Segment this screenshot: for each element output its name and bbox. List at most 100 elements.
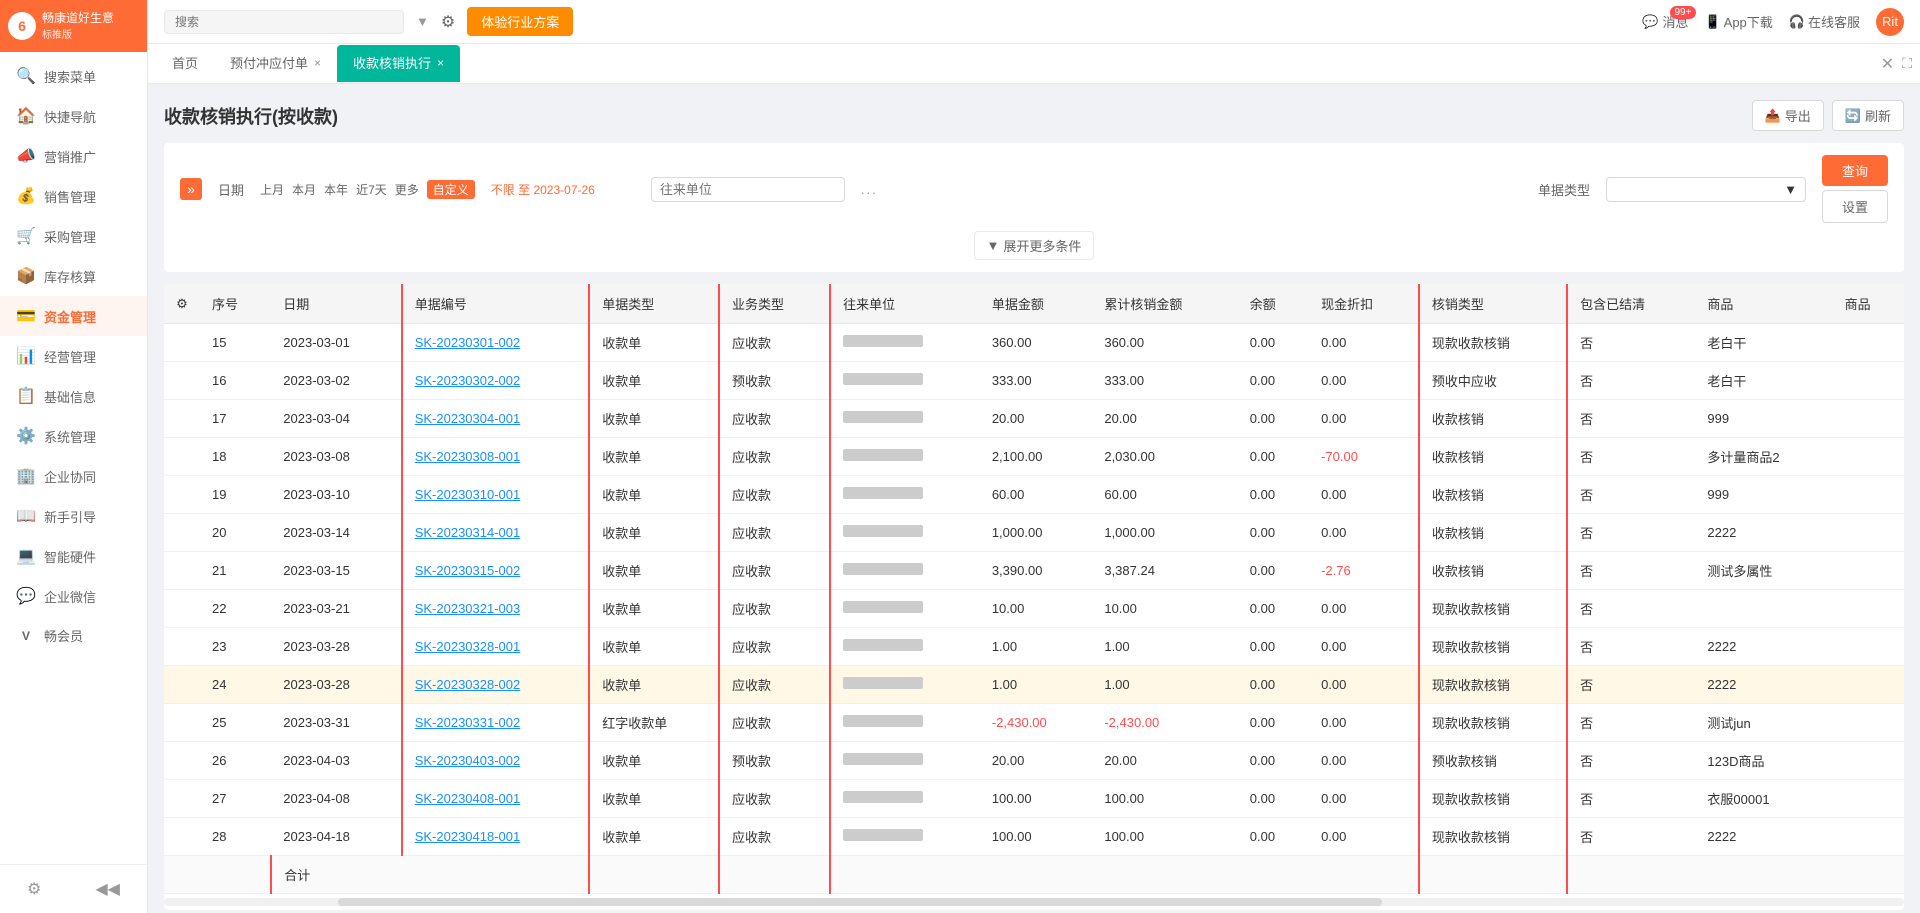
payable-tab-close[interactable]: × xyxy=(314,56,321,70)
sidebar-item-guide[interactable]: 📖 新手引导 xyxy=(0,496,147,536)
bill-no-link[interactable]: SK-20230304-001 xyxy=(415,411,521,426)
table-cell: 60.00 xyxy=(980,476,1093,514)
topbar-gear-icon[interactable]: ⚙ xyxy=(441,12,455,32)
table-cell: 应收款 xyxy=(719,780,830,818)
table-cell: 20 xyxy=(200,514,271,552)
app-download-button[interactable]: 📱 App下载 xyxy=(1704,12,1772,31)
table-cell: 20.00 xyxy=(980,400,1093,438)
receipt-tab-close[interactable]: × xyxy=(437,56,444,70)
bill-no-link[interactable]: SK-20230328-002 xyxy=(415,677,521,692)
sidebar-logo: 6 畅康道好生意 标推版 xyxy=(0,0,147,52)
sidebar-item-inventory[interactable]: 📦 库存核算 xyxy=(0,256,147,296)
col-settings[interactable]: ⚙ xyxy=(164,284,200,324)
sidebar-item-purchase[interactable]: 🛒 采购管理 xyxy=(0,216,147,256)
table-cell xyxy=(164,324,200,362)
bill-no-link[interactable]: SK-20230310-001 xyxy=(415,487,521,502)
table-cell: 1,000.00 xyxy=(1092,514,1237,552)
bill-no-link[interactable]: SK-20230314-001 xyxy=(415,525,521,540)
table-cell: 预收款 xyxy=(719,362,830,400)
sidebar-item-corp[interactable]: 🏢 企业协同 xyxy=(0,456,147,496)
bill-no-link[interactable]: SK-20230321-003 xyxy=(415,601,521,616)
sidebar-item-member[interactable]: V 畅会员 xyxy=(0,616,147,655)
table-cell xyxy=(1833,362,1904,400)
sidebar-item-search[interactable]: 🔍 搜索菜单 xyxy=(0,56,147,96)
table-cell xyxy=(830,400,980,438)
sidebar-item-quicknav[interactable]: 🏠 快捷导航 xyxy=(0,96,147,136)
table-cell: 1.00 xyxy=(1092,628,1237,666)
table-cell: 2023-03-15 xyxy=(271,552,401,590)
tabbar-close-icon[interactable]: ✕ xyxy=(1881,54,1894,74)
tab-payable[interactable]: 预付冲应付单 × xyxy=(214,45,337,82)
partner-filter-input[interactable] xyxy=(651,177,845,202)
footer-cum xyxy=(1092,856,1237,894)
bill-no-link[interactable]: SK-20230418-001 xyxy=(415,829,521,844)
tabbar-right: ✕ ⛶ xyxy=(1881,54,1912,74)
bill-no-link[interactable]: SK-20230403-002 xyxy=(415,753,521,768)
date-last-month[interactable]: 上月 xyxy=(260,181,284,198)
table-cell xyxy=(830,780,980,818)
table-cell: 28 xyxy=(200,818,271,856)
table-scroll-thumb[interactable] xyxy=(338,898,1382,906)
sidebar-item-finance[interactable]: 💳 资金管理 xyxy=(0,296,147,336)
table-cell xyxy=(830,552,980,590)
bill-no-link[interactable]: SK-20230301-002 xyxy=(415,335,521,350)
table-cell: 0.00 xyxy=(1309,666,1419,704)
tab-home[interactable]: 首页 xyxy=(156,45,214,82)
table-cell: SK-20230304-001 xyxy=(402,400,590,438)
sidebar-collapse-icon[interactable]: ◀◀ xyxy=(89,873,126,905)
date-more[interactable]: 更多 xyxy=(395,181,419,198)
online-service-button[interactable]: 🎧 在线客服 xyxy=(1789,12,1860,31)
settings-button[interactable]: 设置 xyxy=(1822,190,1888,223)
refresh-button[interactable]: 🔄 刷新 xyxy=(1832,100,1904,131)
sidebar-item-sales[interactable]: 💰 销售管理 xyxy=(0,176,147,216)
table-scrollbar[interactable] xyxy=(164,898,1904,906)
sidebar-item-system[interactable]: ⚙️ 系统管理 xyxy=(0,416,147,456)
export-button[interactable]: 📤 导出 xyxy=(1752,100,1824,131)
bill-no-link[interactable]: SK-20230408-001 xyxy=(415,791,521,806)
tab-receipt[interactable]: 收款核销执行 × xyxy=(337,45,460,82)
table-cell: 1,000.00 xyxy=(980,514,1093,552)
footer-goods2 xyxy=(1833,856,1904,894)
date-last-7days[interactable]: 近7天 xyxy=(356,181,387,198)
table-cell: 现款收款核销 xyxy=(1419,628,1567,666)
bill-no-link[interactable]: SK-20230302-002 xyxy=(415,373,521,388)
bill-no-link[interactable]: SK-20230315-002 xyxy=(415,563,521,578)
table-cell: SK-20230301-002 xyxy=(402,324,590,362)
table-cell: -2.76 xyxy=(1309,552,1419,590)
topbar-search-input[interactable] xyxy=(164,10,404,34)
bill-no-link[interactable]: SK-20230308-001 xyxy=(415,449,521,464)
footer-bill-type xyxy=(589,856,719,894)
date-custom[interactable]: 自定义 xyxy=(427,180,475,199)
sidebar-item-marketing[interactable]: 📣 营销推广 xyxy=(0,136,147,176)
sidebar-item-label: 库存核算 xyxy=(44,267,96,286)
query-button[interactable]: 查询 xyxy=(1822,155,1888,186)
sidebar-item-operations[interactable]: 📊 经营管理 xyxy=(0,336,147,376)
table-cell: 应收款 xyxy=(719,704,830,742)
solution-button[interactable]: 体验行业方案 xyxy=(467,7,573,36)
finance-icon: 💳 xyxy=(16,306,36,326)
table-cell: 收款单 xyxy=(589,780,719,818)
filter-expand-button[interactable]: » xyxy=(180,178,202,200)
sidebar-item-label: 系统管理 xyxy=(44,427,96,446)
bill-no-link[interactable]: SK-20230328-001 xyxy=(415,639,521,654)
tabbar-expand-icon[interactable]: ⛶ xyxy=(1902,55,1912,72)
sidebar-item-hardware[interactable]: 💻 智能硬件 xyxy=(0,536,147,576)
table-cell: SK-20230328-001 xyxy=(402,628,590,666)
table-footer-row: 合计 xyxy=(164,856,1904,894)
date-this-year[interactable]: 本年 xyxy=(324,181,348,198)
date-this-month[interactable]: 本月 xyxy=(292,181,316,198)
expand-more-button[interactable]: ▼ 展开更多条件 xyxy=(974,231,1095,260)
sidebar-settings-icon[interactable]: ⚙ xyxy=(21,873,47,905)
bill-type-select[interactable]: ▼ xyxy=(1606,177,1806,202)
bill-no-link[interactable]: SK-20230331-002 xyxy=(415,715,521,730)
topbar-dropdown-arrow[interactable]: ▼ xyxy=(416,14,429,29)
service-icon: 🎧 xyxy=(1789,14,1805,30)
sidebar-item-wechat[interactable]: 💬 企业微信 xyxy=(0,576,147,616)
footer-biz-type xyxy=(719,856,830,894)
table-cell: 应收款 xyxy=(719,324,830,362)
sidebar-item-basics[interactable]: 📋 基础信息 xyxy=(0,376,147,416)
user-avatar[interactable]: Rit xyxy=(1876,8,1904,36)
messages-button[interactable]: 💬 消息 99+ xyxy=(1642,12,1688,31)
table-wrapper[interactable]: ⚙ 序号 日期 单据编号 单据类型 业务类型 往来单位 单据金额 累计核销金额 … xyxy=(164,284,1904,894)
table-cell xyxy=(830,514,980,552)
